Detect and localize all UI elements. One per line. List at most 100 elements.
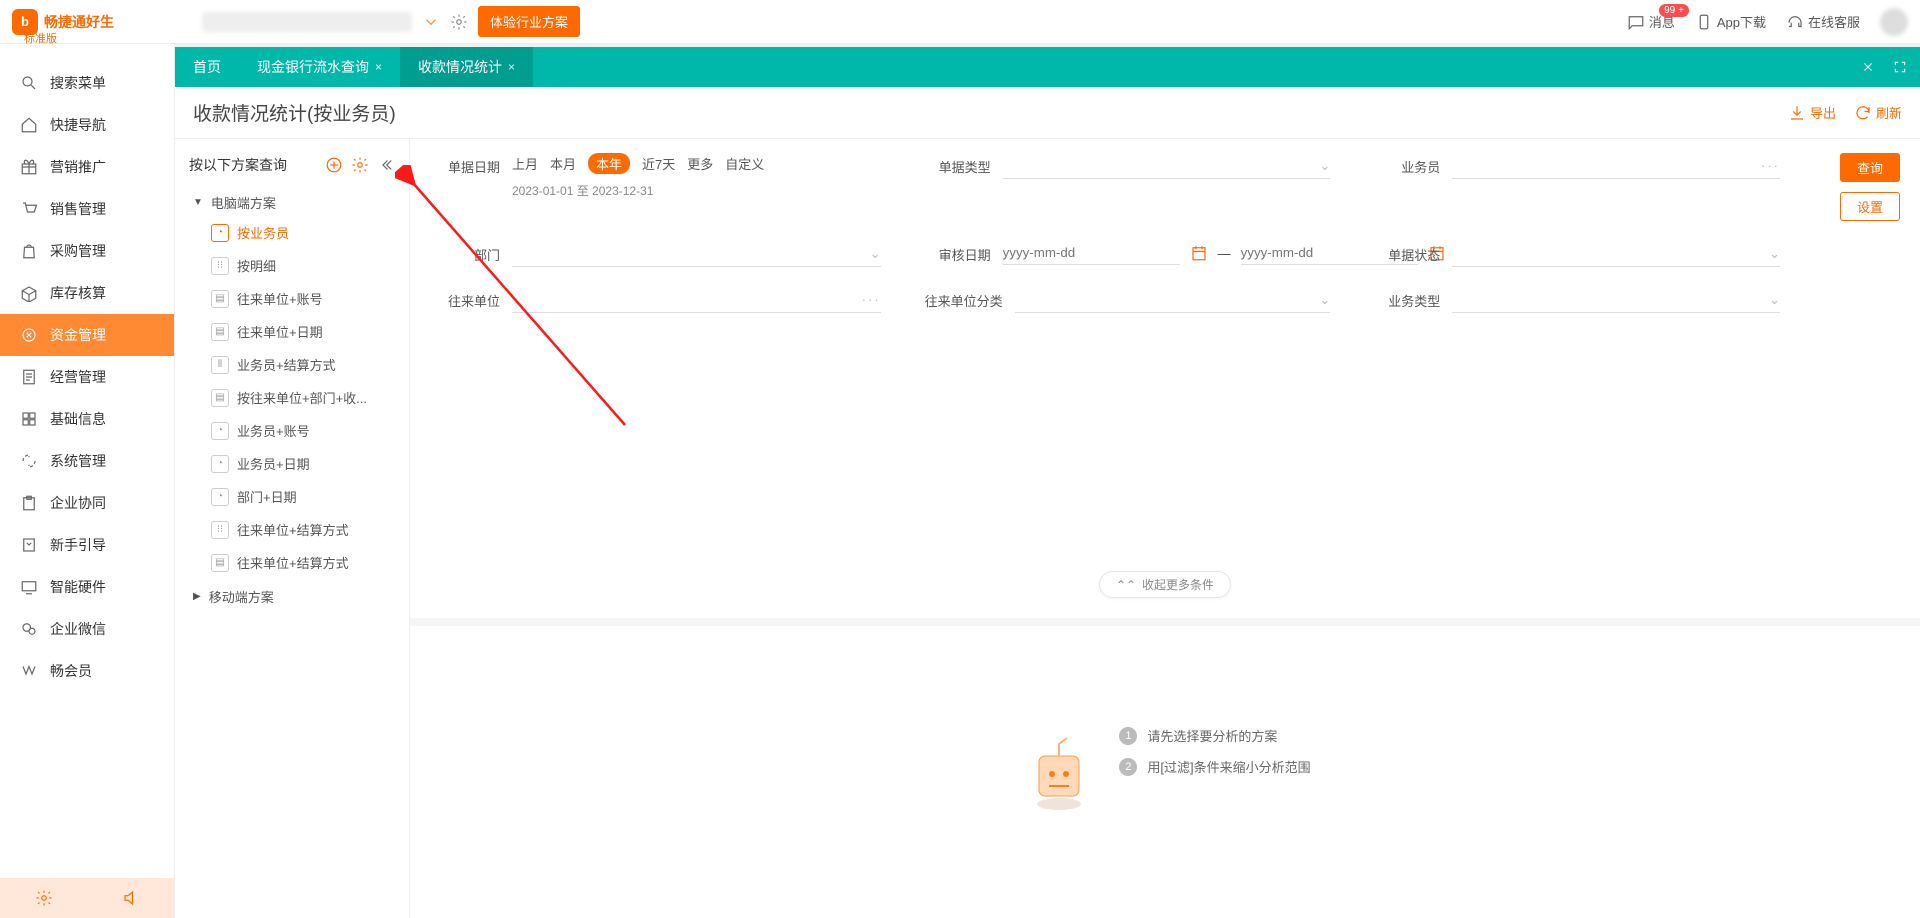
avatar[interactable] [1880,8,1908,36]
org-selector[interactable] [202,12,440,32]
form-actions: 查询 设置 [1820,153,1900,221]
scheme-label: 往来单位+账号 [237,289,323,308]
calendar-icon[interactable] [1190,244,1208,262]
tab-strip: 首页 现金银行流水查询× 收款情况统计× [175,47,1920,87]
scheme-item[interactable]: ▤往来单位+结算方式 [175,546,409,579]
scheme-item[interactable]: ◔业务员+日期 [175,447,409,480]
refresh-button[interactable]: 刷新 [1854,103,1902,122]
refresh-icon [1854,104,1872,122]
dept-select[interactable]: ⌄ [512,241,881,267]
add-icon[interactable] [325,156,343,174]
nav-sales[interactable]: 销售管理 [0,188,174,230]
nav-quick[interactable]: 快捷导航 [0,104,174,146]
clock-icon: ◔ [211,224,229,242]
chip-last-month[interactable]: 上月 [512,154,538,173]
nav-funds[interactable]: 资金管理 [0,314,174,356]
export-text: 导出 [1810,103,1836,122]
scheme-group-mobile[interactable]: ▶移动端方案 [175,579,409,610]
chip-more[interactable]: 更多 [687,154,713,173]
page-title: 收款情况统计(按业务员) [193,99,396,126]
nav-marketing[interactable]: 营销推广 [0,146,174,188]
nav-hardware[interactable]: 智能硬件 [0,566,174,608]
scheme-item[interactable]: ◔业务员+账号 [175,414,409,447]
app-download-link[interactable]: App下载 [1695,12,1766,31]
chip-7days[interactable]: 近7天 [642,154,675,173]
empty-step-1: 1请先选择要分析的方案 [1119,726,1310,745]
support-link[interactable]: 在线客服 [1786,12,1860,31]
collapse-conditions[interactable]: ⌃⌃ 收起更多条件 [1099,571,1231,598]
close-icon[interactable]: × [508,60,515,74]
settings-button[interactable]: 设置 [1840,192,1900,221]
nav-label: 经营管理 [50,367,106,387]
close-icon[interactable]: × [375,60,382,74]
wechat-icon [20,620,38,638]
messages-link[interactable]: 消息 99 + [1627,12,1675,31]
group-label: 电脑端方案 [211,193,276,212]
bar-icon: ⫴ [211,356,229,374]
biz-type-select[interactable]: ⌄ [1452,287,1780,313]
export-button[interactable]: 导出 [1788,103,1836,122]
robot-icon [1019,726,1099,816]
chip-custom[interactable]: 自定义 [725,154,764,173]
scheme-item[interactable]: ⫴ 业务员+结算方式 [175,348,409,381]
gear-icon[interactable] [450,13,468,31]
scheme-item[interactable]: ▤往来单位+账号 [175,282,409,315]
tab-receipt-stats[interactable]: 收款情况统计× [400,47,533,87]
scheme-item[interactable]: ⁝⁝往来单位+结算方式 [175,513,409,546]
nav-collab[interactable]: 企业协同 [0,482,174,524]
scheme-item[interactable]: ⁝⁝按明细 [175,249,409,282]
scheme-item[interactable]: ◔部门+日期 [175,480,409,513]
scheme-group-pc[interactable]: ▼电脑端方案 [175,185,409,216]
title-actions: 导出 刷新 [1788,103,1902,122]
scheme-item[interactable]: ◔按业务员 [175,216,409,249]
nav-search[interactable]: 搜索菜单 [0,62,174,104]
corp-class-select[interactable]: ⌄ [1015,287,1331,313]
corp-select[interactable]: ··· [512,287,881,313]
nav-label: 企业协同 [50,493,106,513]
fullscreen-icon[interactable] [1886,53,1914,81]
messages-badge: 99 + [1659,4,1689,17]
chip-this-year[interactable]: 本年 [588,153,630,174]
nav-business[interactable]: 经营管理 [0,356,174,398]
trial-button[interactable]: 体验行业方案 [478,6,580,37]
close-all-icon[interactable] [1854,53,1882,81]
chip-this-month[interactable]: 本月 [550,154,576,173]
tab-cashflow[interactable]: 现金银行流水查询× [239,47,400,87]
nav-system[interactable]: 系统管理 [0,440,174,482]
chart-icon: ⁝⁝ [211,257,229,275]
salesman-select[interactable]: ··· [1452,153,1780,179]
bag-icon [20,242,38,260]
nav-guide[interactable]: 新手引导 [0,524,174,566]
nav-label: 系统管理 [50,451,106,471]
clock-icon: ◔ [211,488,229,506]
nav-baseinfo[interactable]: 基础信息 [0,398,174,440]
nav-inventory[interactable]: 库存核算 [0,272,174,314]
loop-icon [20,452,38,470]
nav-label: 基础信息 [50,409,106,429]
nav-purchase[interactable]: 采购管理 [0,230,174,272]
scheme-label: 业务员+结算方式 [237,355,336,374]
nav-wechat[interactable]: 企业微信 [0,608,174,650]
chart-icon: ⁝⁝ [211,521,229,539]
tab-home[interactable]: 首页 [175,47,239,87]
scheme-item[interactable]: ▤按往来单位+部门+收... [175,381,409,414]
gear-icon[interactable] [351,156,369,174]
collapse-icon[interactable] [377,156,395,174]
app-text: App下载 [1717,12,1766,31]
label-audit-date: 审核日期 [921,241,991,264]
org-name-blurred [202,12,412,32]
dash: — [1218,246,1231,261]
scheme-item[interactable]: ▤往来单位+日期 [175,315,409,348]
more-icon: ··· [1761,158,1780,173]
gear-icon[interactable] [35,889,53,907]
bill-status-select[interactable]: ⌄ [1452,241,1780,267]
flag-icon [20,536,38,554]
scheme-label: 往来单位+结算方式 [237,553,349,572]
query-button[interactable]: 查询 [1840,153,1900,182]
audit-date-from[interactable] [1003,241,1180,265]
nav-label: 搜索菜单 [50,73,106,93]
empty-step-2: 2用[过滤]条件来缩小分析范围 [1119,757,1310,776]
bill-type-select[interactable]: ⌄ [1003,153,1331,179]
nav-vip[interactable]: 畅会员 [0,650,174,692]
speaker-icon[interactable] [122,889,140,907]
